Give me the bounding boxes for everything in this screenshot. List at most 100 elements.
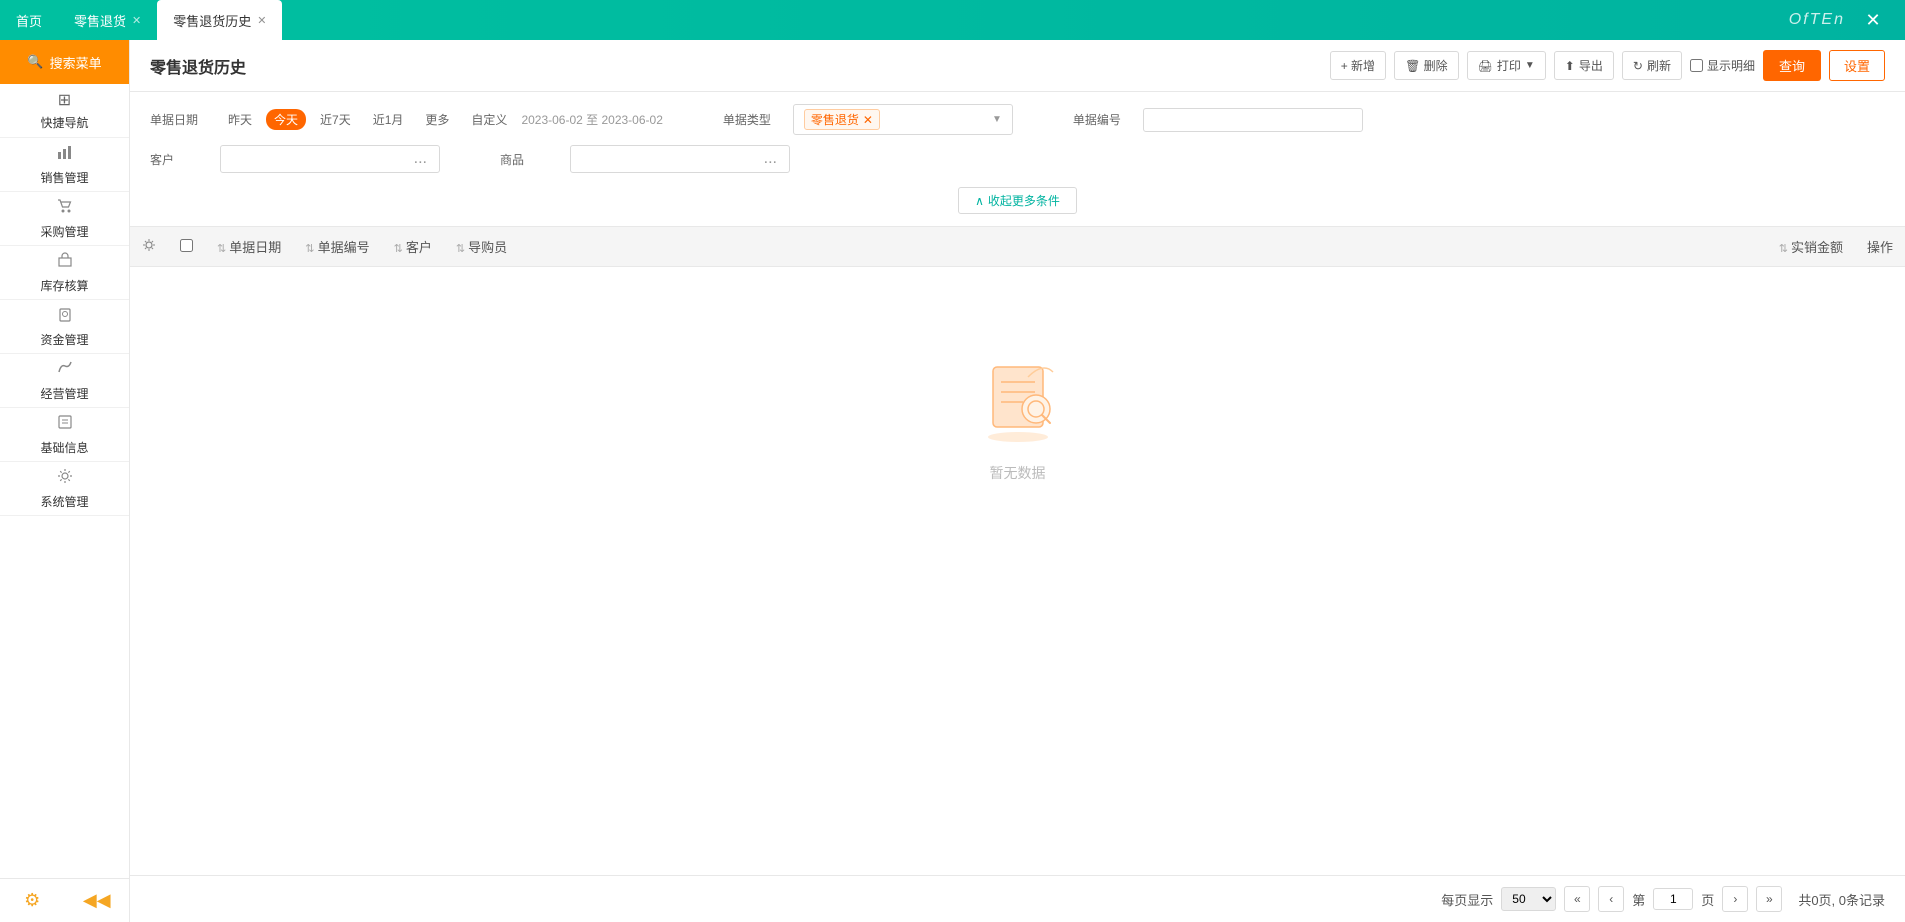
- per-page-label: 每页显示: [1441, 890, 1493, 909]
- th-checkbox[interactable]: [168, 227, 205, 267]
- operations-icon: [57, 360, 73, 381]
- th-customer[interactable]: 客户: [382, 227, 444, 267]
- window-close-button[interactable]: ✕: [1857, 4, 1889, 36]
- page-title: 零售退货历史: [150, 54, 246, 78]
- total-label: 共0页, 0条记录: [1798, 890, 1885, 909]
- th-amount[interactable]: 实销金额: [1767, 227, 1855, 267]
- sidebar-search[interactable]: 🔍 搜索菜单: [0, 40, 129, 84]
- sidebar-volume-button[interactable]: ◀◀: [79, 883, 115, 919]
- th-spacer: [519, 227, 1767, 267]
- tab-retail-return-history-close[interactable]: ✕: [257, 14, 266, 27]
- basic-info-icon: [57, 414, 73, 435]
- sidebar-bottom: ⚙ ◀◀: [0, 878, 129, 922]
- new-button[interactable]: + 新增: [1330, 51, 1386, 80]
- sidebar: 🔍 搜索菜单 ⊞ 快捷导航 销售管理 采购管理: [0, 40, 130, 922]
- sidebar-settings-button[interactable]: ⚙: [14, 883, 50, 919]
- refresh-icon: ↻: [1633, 59, 1643, 73]
- query-button[interactable]: 查询: [1763, 50, 1821, 81]
- collapse-icon: ∧: [975, 194, 984, 208]
- tab-retail-return[interactable]: 零售退货 ✕: [58, 0, 157, 40]
- refresh-button[interactable]: ↻ 刷新: [1622, 51, 1682, 80]
- tab-list: 首页 零售退货 ✕ 零售退货历史 ✕: [0, 0, 1789, 40]
- sidebar-item-basic-info[interactable]: 基础信息: [0, 408, 129, 462]
- prev-page-button[interactable]: ‹: [1598, 886, 1624, 912]
- purchase-mgmt-icon: [57, 198, 73, 219]
- top-bar: 首页 零售退货 ✕ 零售退货历史 ✕ OfTEn ✕: [0, 0, 1905, 40]
- empty-text: 暂无数据: [990, 463, 1046, 483]
- customer-input-area[interactable]: ...: [220, 145, 440, 173]
- filter-area: 单据日期 昨天 今天 近7天 近1月 更多 自定义 2023-06-02 至 2…: [130, 92, 1905, 227]
- th-doc-no[interactable]: 单据编号: [293, 227, 381, 267]
- date-btn-more[interactable]: 更多: [417, 109, 457, 130]
- doc-type-select[interactable]: 零售退货 ✕ ▼: [793, 104, 1013, 135]
- goods-filter-label: 商品: [500, 151, 550, 168]
- page-label: 第: [1632, 890, 1645, 909]
- top-bar-right: OfTEn ✕: [1789, 4, 1905, 36]
- main-layout: 🔍 搜索菜单 ⊞ 快捷导航 销售管理 采购管理: [0, 40, 1905, 922]
- delete-button[interactable]: 🗑 删除: [1394, 51, 1459, 80]
- tab-home[interactable]: 首页: [0, 0, 58, 40]
- sidebar-item-finance[interactable]: 资金管理: [0, 300, 129, 354]
- export-icon: ⬆: [1565, 59, 1575, 73]
- goods-dots-icon[interactable]: ...: [760, 150, 781, 168]
- display-detail-checkbox-group: 显示明细: [1690, 57, 1755, 74]
- th-guide[interactable]: 导购员: [444, 227, 519, 267]
- date-filter-label: 单据日期: [150, 111, 200, 128]
- sidebar-item-sales-mgmt[interactable]: 销售管理: [0, 138, 129, 192]
- date-btn-1month[interactable]: 近1月: [365, 109, 412, 130]
- print-button[interactable]: 🖨 🖨 打印 打印 ▼: [1467, 51, 1546, 80]
- table-body: 暂无数据: [130, 267, 1905, 564]
- quick-nav-icon: ⊞: [58, 90, 71, 110]
- display-detail-checkbox[interactable]: [1690, 59, 1703, 72]
- goods-input-area[interactable]: ...: [570, 145, 790, 173]
- th-doc-date[interactable]: 单据日期: [205, 227, 293, 267]
- setting-button[interactable]: 设置: [1829, 50, 1885, 81]
- toolbar: + 新增 🗑 删除 🖨 🖨 打印 打印 ▼ ⬆ 导出 ↻ 刷新: [1330, 50, 1885, 81]
- empty-state-row: 暂无数据: [130, 267, 1905, 564]
- table-area: 单据日期 单据编号 客户 导购员 实销金额 操作: [130, 227, 1905, 875]
- select-all-checkbox[interactable]: [180, 239, 193, 252]
- export-button[interactable]: ⬆ 导出: [1554, 51, 1614, 80]
- sales-mgmt-icon: [57, 144, 73, 165]
- print-dropdown-icon: ▼: [1525, 60, 1535, 71]
- sidebar-item-purchase-mgmt[interactable]: 采购管理: [0, 192, 129, 246]
- table-header-row: 单据日期 单据编号 客户 导购员 实销金额 操作: [130, 227, 1905, 267]
- collapse-button[interactable]: ∧ 收起更多条件: [958, 187, 1077, 214]
- finance-icon: [57, 306, 73, 327]
- page-number-input[interactable]: [1653, 888, 1693, 910]
- filter-row-1: 单据日期 昨天 今天 近7天 近1月 更多 自定义 2023-06-02 至 2…: [150, 104, 1885, 135]
- date-btn-7days[interactable]: 近7天: [312, 109, 359, 130]
- date-filter-group: 昨天 今天 近7天 近1月 更多 自定义 2023-06-02 至 2023-0…: [220, 109, 663, 130]
- first-page-button[interactable]: «: [1564, 886, 1590, 912]
- sidebar-item-sys-mgmt[interactable]: 系统管理: [0, 462, 129, 516]
- sys-mgmt-icon: [57, 468, 73, 489]
- next-page-button[interactable]: ›: [1722, 886, 1748, 912]
- pagination-bar: 每页显示 10 20 50 100 « ‹ 第 页 › » 共0页, 0条记录: [130, 875, 1905, 922]
- date-btn-today[interactable]: 今天: [266, 109, 306, 130]
- date-btn-custom[interactable]: 自定义: [463, 109, 515, 130]
- page-suffix: 页: [1701, 890, 1714, 909]
- doc-type-tag: 零售退货 ✕: [804, 109, 880, 130]
- th-actions: 操作: [1855, 227, 1905, 267]
- search-icon: 🔍: [27, 54, 43, 70]
- sidebar-item-inventory[interactable]: 库存核算: [0, 246, 129, 300]
- last-page-button[interactable]: »: [1756, 886, 1782, 912]
- collapse-row: ∧ 收起更多条件: [150, 183, 1885, 214]
- doc-no-label: 单据编号: [1073, 111, 1123, 128]
- sidebar-item-quick-nav[interactable]: ⊞ 快捷导航: [0, 84, 129, 138]
- app-watermark: OfTEn: [1789, 11, 1845, 29]
- doc-type-dropdown-icon: ▼: [992, 114, 1002, 125]
- customer-dots-icon[interactable]: ...: [410, 150, 431, 168]
- print-icon: 🖨: [1478, 59, 1493, 73]
- date-range-display: 2023-06-02 至 2023-06-02: [521, 111, 662, 128]
- per-page-select[interactable]: 10 20 50 100: [1501, 887, 1556, 911]
- tab-retail-return-close[interactable]: ✕: [132, 14, 141, 27]
- content-area: 零售退货历史 + 新增 🗑 删除 🖨 🖨 打印 打印 ▼ ⬆ 导出 ↻ 刷新: [130, 40, 1905, 922]
- inventory-icon: [57, 252, 73, 273]
- doc-type-tag-close[interactable]: ✕: [863, 113, 873, 127]
- th-settings[interactable]: [130, 227, 168, 267]
- doc-no-input[interactable]: [1143, 108, 1363, 132]
- date-btn-yesterday[interactable]: 昨天: [220, 109, 260, 130]
- sidebar-item-operations[interactable]: 经营管理: [0, 354, 129, 408]
- tab-retail-return-history[interactable]: 零售退货历史 ✕: [157, 0, 282, 40]
